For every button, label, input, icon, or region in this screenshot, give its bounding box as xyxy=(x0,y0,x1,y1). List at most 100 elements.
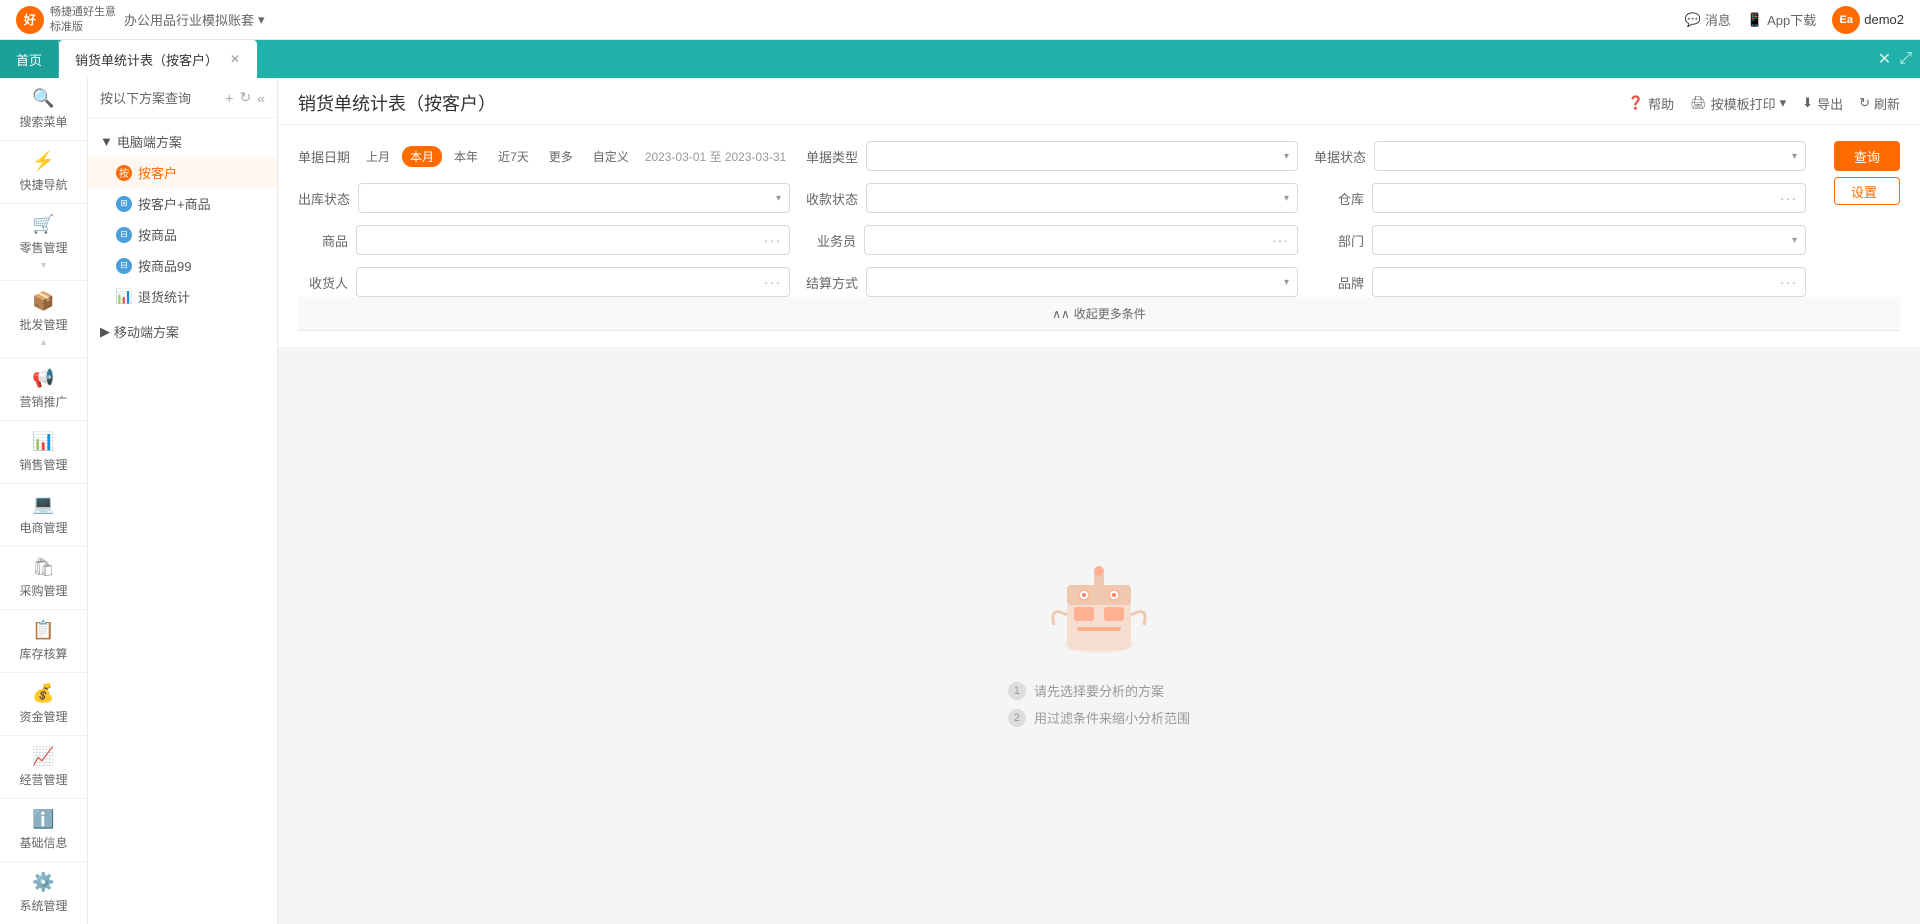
filter-field-payment: 收款状态 ▾ xyxy=(806,183,1298,213)
payment-select[interactable]: ▾ xyxy=(866,183,1298,213)
home-tab-label: 首页 xyxy=(16,50,42,69)
add-scheme-icon[interactable]: + xyxy=(225,90,233,106)
filter-area: 单据日期 上月 本月 本年 近7天 更多 自定义 xyxy=(278,125,1920,348)
sidebar-item-wholesale[interactable]: 📦 批发管理 ▲ xyxy=(0,281,87,358)
operations-icon: 📈 xyxy=(32,746,54,767)
help-button[interactable]: ❓ 帮助 xyxy=(1628,94,1674,113)
date-range: 2023-03-01 至 2023-03-31 xyxy=(645,148,786,165)
wholesale-icon: 📦 xyxy=(32,291,54,312)
print-button[interactable]: 🖨 按模板打印 ▾ xyxy=(1690,94,1786,113)
salesperson-dots-icon: ··· xyxy=(1272,232,1289,248)
export-button[interactable]: ⬇ 导出 xyxy=(1802,94,1843,113)
sidebar-item-ecommerce[interactable]: 💻 电商管理 xyxy=(0,484,87,547)
payment-label: 收款状态 xyxy=(806,189,858,208)
date-tab-thisyear[interactable]: 本年 xyxy=(446,146,486,167)
tree-arrow-down-icon: ▼ xyxy=(100,134,113,149)
filter-row-status: 出库状态 ▾ 收款状态 xyxy=(298,183,1806,213)
tree-item-by-customer[interactable]: 按 按客户 xyxy=(88,157,277,188)
window-buttons: ✕ ⤢ xyxy=(1878,40,1920,78)
sidebar-item-purchase[interactable]: 🛍 采购管理 xyxy=(0,547,87,610)
search-icon: 🔍 xyxy=(32,88,54,109)
date-tab-lastmonth[interactable]: 上月 xyxy=(358,146,398,167)
orderstatus-select[interactable]: ▾ xyxy=(1374,141,1806,171)
sidebar-item-retail[interactable]: 🛒 零售管理 ▼ xyxy=(0,204,87,281)
breadcrumb-select[interactable]: 办公用品行业模拟账套 ▾ xyxy=(124,10,265,29)
ordertype-select[interactable]: ▾ xyxy=(866,141,1298,171)
page-actions: ❓ 帮助 🖨 按模板打印 ▾ ⬇ 导出 ↻ xyxy=(1628,94,1900,113)
user-area[interactable]: Ea demo2 xyxy=(1832,6,1904,34)
message-button[interactable]: 💬 消息 xyxy=(1685,10,1731,29)
logo-text: 畅捷通好生意 标准版 xyxy=(50,5,116,34)
goods-input[interactable]: ··· xyxy=(356,225,790,255)
tree-item-return-stats[interactable]: 📊 退货统计 xyxy=(88,281,277,312)
tab-home[interactable]: 首页 xyxy=(0,40,59,78)
settings-button[interactable]: 设置 xyxy=(1834,177,1900,205)
date-tab-thismonth[interactable]: 本月 xyxy=(402,146,442,167)
sidebar-item-operations[interactable]: 📈 经营管理 xyxy=(0,736,87,799)
warehouse-input[interactable]: ··· xyxy=(1372,183,1806,213)
basics-icon: ℹ️ xyxy=(32,809,54,830)
settlement-label: 结算方式 xyxy=(806,273,858,292)
tree-item-by-goods[interactable]: ⊟ 按商品 xyxy=(88,219,277,250)
tab-close-icon[interactable]: ✕ xyxy=(230,52,240,66)
maximize-window-icon[interactable]: ⤢ xyxy=(1899,50,1912,68)
tip-num-2: 2 xyxy=(1008,709,1026,727)
tree-item-by-goods99[interactable]: ⊟ 按商品99 xyxy=(88,250,277,281)
ecommerce-icon: 💻 xyxy=(32,494,54,515)
tab-sales-stats[interactable]: 销货单统计表（按客户） ✕ xyxy=(59,40,257,78)
ordertype-label: 单据类型 xyxy=(806,147,858,166)
avatar: Ea xyxy=(1832,6,1860,34)
date-tab-custom[interactable]: 自定义 xyxy=(585,146,637,167)
empty-tip-1: 1 请先选择要分析的方案 xyxy=(1008,681,1190,700)
sidebar-item-search[interactable]: 🔍 搜索菜单 xyxy=(0,78,87,141)
top-left: 好 畅捷通好生意 标准版 办公用品行业模拟账套 ▾ xyxy=(16,5,265,34)
brand-input[interactable]: ··· xyxy=(1372,267,1806,297)
tree-group-mobile: ▶ 移动端方案 xyxy=(88,316,277,347)
sidebar-item-marketing[interactable]: 📢 营销推广 xyxy=(0,358,87,421)
tree-group-mobile-header[interactable]: ▶ 移动端方案 xyxy=(88,316,277,347)
collapse-up-icon: ∧∧ xyxy=(1052,307,1070,321)
refresh-scheme-icon[interactable]: ↻ xyxy=(239,89,251,106)
close-window-icon[interactable]: ✕ xyxy=(1878,49,1891,69)
department-select[interactable]: ▾ xyxy=(1372,225,1806,255)
content: 按以下方案查询 + ↻ « ▼ 电脑端方案 按 xyxy=(88,78,1920,924)
print-arrow-icon: ▾ xyxy=(1780,95,1787,111)
logo-icon: 好 xyxy=(16,6,44,34)
empty-illustration xyxy=(1039,545,1159,665)
message-icon: 💬 xyxy=(1685,12,1701,28)
filter-row-goods: 商品 ··· 业务员 xyxy=(298,225,1806,255)
tree-group-desktop: ▼ 电脑端方案 按 按客户 ⊞ 按客户+商品 ⊟ xyxy=(88,126,277,312)
sidebar-item-sales[interactable]: 📊 销售管理 xyxy=(0,421,87,484)
sales-icon: 📊 xyxy=(32,431,54,452)
receiver-input[interactable]: ··· xyxy=(356,267,790,297)
filter-field-orderstatus: 单据状态 ▾ xyxy=(1314,141,1806,171)
orderstatus-arrow-icon: ▾ xyxy=(1792,151,1797,162)
main-area: 销货单统计表（按客户） ❓ 帮助 🖨 按模板打印 ▾ ⬇ xyxy=(278,78,1920,924)
arrow-down-icon: ▼ xyxy=(39,260,48,270)
tree-item-by-customer-goods[interactable]: ⊞ 按客户+商品 xyxy=(88,188,277,219)
date-tab-more[interactable]: 更多 xyxy=(541,146,581,167)
salesperson-input[interactable]: ··· xyxy=(864,225,1298,255)
warehouse-label: 仓库 xyxy=(1314,189,1364,208)
chevron-down-icon: ▾ xyxy=(258,12,265,28)
sidebar-item-basics[interactable]: ℹ️ 基础信息 xyxy=(0,799,87,862)
delivery-arrow-icon: ▾ xyxy=(776,193,781,204)
sidebar-item-inventory[interactable]: 📋 库存核算 xyxy=(0,610,87,673)
warehouse-dots-icon: ··· xyxy=(1780,190,1797,206)
date-tab-last7days[interactable]: 近7天 xyxy=(490,146,537,167)
sidebar-item-system[interactable]: ⚙️ 系统管理 xyxy=(0,862,87,924)
collapse-scheme-icon[interactable]: « xyxy=(257,90,265,106)
settlement-select[interactable]: ▾ xyxy=(866,267,1298,297)
sidebar-item-quicknav[interactable]: ⚡ 快捷导航 xyxy=(0,141,87,204)
tree-group-desktop-header[interactable]: ▼ 电脑端方案 xyxy=(88,126,277,157)
return-stats-icon: 📊 xyxy=(116,289,132,305)
empty-state: 1 请先选择要分析的方案 2 用过滤条件来缩小分析范围 xyxy=(278,348,1920,924)
app-download-button[interactable]: 📱 App下载 xyxy=(1747,10,1816,29)
sidebar-item-finance[interactable]: 💰 资金管理 xyxy=(0,673,87,736)
sidebar: 🔍 搜索菜单 ⚡ 快捷导航 🛒 零售管理 ▼ 📦 批发管理 ▲ 📢 营销推广 📊… xyxy=(0,78,88,924)
goods-dots-icon: ··· xyxy=(764,232,781,248)
delivery-select[interactable]: ▾ xyxy=(358,183,790,213)
collapse-bar[interactable]: ∧∧ 收起更多条件 xyxy=(298,297,1900,331)
refresh-button[interactable]: ↻ 刷新 xyxy=(1859,94,1900,113)
query-button[interactable]: 查询 xyxy=(1834,141,1900,171)
